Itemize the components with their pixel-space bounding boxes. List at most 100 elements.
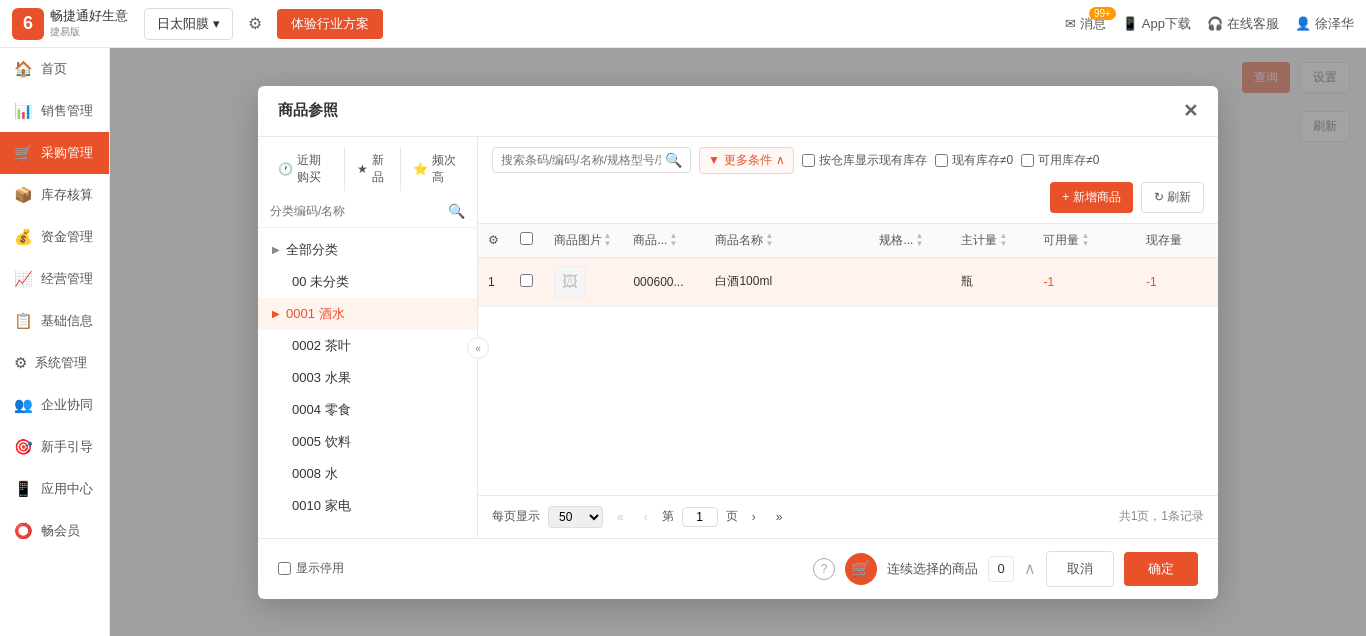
last-page-button[interactable]: » xyxy=(770,508,789,526)
category-search: 🔍 xyxy=(258,199,477,228)
mobile-icon: 📱 xyxy=(1122,16,1138,31)
cat-item-unclassified[interactable]: 00 未分类 xyxy=(258,266,477,298)
basic-icon: 📋 xyxy=(14,312,33,330)
cell-image: 🖼 xyxy=(544,257,624,306)
sidebar-item-enterprise[interactable]: 👥 企业协同 xyxy=(0,384,109,426)
cart-icon[interactable]: 🛒 xyxy=(845,553,877,585)
tab-new-product[interactable]: ★ 新品 xyxy=(347,147,398,191)
checkbox-warehouse-input[interactable] xyxy=(802,154,815,167)
checkbox-available-neq0[interactable]: 可用库存≠0 xyxy=(1021,152,1099,169)
logo-text: 畅捷通好生意 xyxy=(50,8,128,25)
per-page-label: 每页显示 xyxy=(492,508,540,525)
th-code: 商品... ▲▼ xyxy=(623,224,705,258)
sales-icon: 📊 xyxy=(14,102,33,120)
category-tree: ▶ 全部分类 00 未分类 ▶ 0001 酒水 xyxy=(258,228,477,528)
product-search-input[interactable] xyxy=(501,153,661,167)
sidebar-item-basic[interactable]: 📋 基础信息 xyxy=(0,300,109,342)
finance-icon: 💰 xyxy=(14,228,33,246)
tab-frequent[interactable]: ⭐ 频次高 xyxy=(403,147,467,191)
panel-collapse-button[interactable]: « xyxy=(467,337,489,359)
sidebar-label-appcenter: 应用中心 xyxy=(41,480,93,498)
checkbox-warehouse[interactable]: 按仓库显示现有库存 xyxy=(802,152,927,169)
cat-item-snack[interactable]: 0004 零食 xyxy=(258,394,477,426)
confirm-button[interactable]: 确定 xyxy=(1124,552,1198,586)
cat-item-all[interactable]: ▶ 全部分类 xyxy=(258,234,477,266)
filter-label: 更多条件 xyxy=(724,152,772,169)
add-product-button[interactable]: + 新增商品 xyxy=(1050,182,1132,213)
sidebar-item-home[interactable]: 🏠 首页 xyxy=(0,48,109,90)
username-label: 徐泽华 xyxy=(1315,15,1354,33)
checkbox-stock-neq0[interactable]: 现有库存≠0 xyxy=(935,152,1013,169)
sidebar-item-operations[interactable]: 📈 经营管理 xyxy=(0,258,109,300)
first-page-button[interactable]: « xyxy=(611,508,630,526)
cat-item-water[interactable]: 0008 水 xyxy=(258,458,477,490)
show-disabled-checkbox-label[interactable]: 显示停用 xyxy=(278,560,344,577)
cat-item-liquor[interactable]: ▶ 0001 酒水 xyxy=(258,298,477,330)
row-checkbox[interactable] xyxy=(520,274,533,287)
sidebar-item-appcenter[interactable]: 📱 应用中心 xyxy=(0,468,109,510)
inventory-icon: 📦 xyxy=(14,186,33,204)
nav-right: ✉ 消息 99+ 📱 App下载 🎧 在线客服 👤 徐泽华 xyxy=(1065,15,1354,33)
system-icon: ⚙ xyxy=(14,354,27,372)
message-badge: 99+ xyxy=(1089,7,1116,20)
help-icon[interactable]: ? xyxy=(813,558,835,580)
sidebar-item-sales[interactable]: 📊 销售管理 xyxy=(0,90,109,132)
sidebar-item-inventory[interactable]: 📦 库存核算 xyxy=(0,174,109,216)
cat-item-appliance[interactable]: 0010 家电 xyxy=(258,490,477,522)
modal-body: 🕐 近期购买 ★ 新品 ⭐ 频次高 xyxy=(258,137,1218,538)
sidebar-item-system[interactable]: ⚙ 系统管理 xyxy=(0,342,109,384)
sidebar-item-finance[interactable]: 💰 资金管理 xyxy=(0,216,109,258)
gear-icon[interactable]: ⚙ xyxy=(241,10,269,38)
table-row[interactable]: 1 🖼 000600... 白酒100ml xyxy=(478,257,1218,306)
th-index: ⚙ xyxy=(478,224,510,258)
checkbox-available-input[interactable] xyxy=(1021,154,1034,167)
category-search-input[interactable] xyxy=(270,204,448,218)
select-all-checkbox[interactable] xyxy=(520,232,533,245)
guide-icon: 🎯 xyxy=(14,438,33,456)
sidebar-item-purchase[interactable]: 🛒 采购管理 xyxy=(0,132,109,174)
sidebar-label-basic: 基础信息 xyxy=(41,312,93,330)
operations-icon: 📈 xyxy=(14,270,33,288)
cancel-button[interactable]: 取消 xyxy=(1046,551,1114,587)
prev-page-button[interactable]: ‹ xyxy=(638,508,654,526)
footer-collapse-button[interactable]: ∧ xyxy=(1024,559,1036,578)
tab-divider xyxy=(344,147,345,191)
experience-button[interactable]: 体验行业方案 xyxy=(277,9,383,39)
next-page-button[interactable]: › xyxy=(746,508,762,526)
search-icon[interactable]: 🔍 xyxy=(665,152,682,168)
message-button[interactable]: ✉ 消息 99+ xyxy=(1065,15,1106,33)
main-layout: 🏠 首页 📊 销售管理 🛒 采购管理 📦 库存核算 💰 资金管理 📈 经营管理 … xyxy=(0,48,1366,636)
customer-service-button[interactable]: 🎧 在线客服 xyxy=(1207,15,1279,33)
sidebar-item-member[interactable]: ⭕ 畅会员 xyxy=(0,510,109,552)
checkbox-stock-input[interactable] xyxy=(935,154,948,167)
modal-close-button[interactable]: ✕ xyxy=(1183,100,1198,122)
more-filter-button[interactable]: ▼ 更多条件 ∧ xyxy=(699,147,794,174)
th-spec: 规格... ▲▼ xyxy=(869,224,951,258)
star-new-icon: ★ xyxy=(357,162,368,176)
sidebar-label-home: 首页 xyxy=(41,60,67,78)
star-freq-icon: ⭐ xyxy=(413,162,428,176)
toolbar-right: + 新增商品 ↻ 刷新 xyxy=(1050,182,1204,213)
modal-footer: 显示停用 ? 🛒 连续选择的商品 0 ∧ 取消 确定 xyxy=(258,538,1218,599)
sidebar-item-guide[interactable]: 🎯 新手引导 xyxy=(0,426,109,468)
th-name: 商品名称 ▲▼ xyxy=(705,224,869,258)
footer-left: 显示停用 xyxy=(278,560,344,577)
cat-item-tea[interactable]: 0002 茶叶 xyxy=(258,330,477,362)
page-number-input[interactable] xyxy=(682,507,718,527)
cat-item-fruit[interactable]: 0003 水果 xyxy=(258,362,477,394)
cat-item-drink[interactable]: 0005 饮料 xyxy=(258,426,477,458)
th-unit: 主计量 ▲▼ xyxy=(951,224,1033,258)
content-area: 查询 设置 刷新 商品参照 ✕ xyxy=(110,48,1366,636)
tab-recent-purchase[interactable]: 🕐 近期购买 xyxy=(268,147,342,191)
category-search-icon[interactable]: 🔍 xyxy=(448,203,465,219)
footer-right: ? 🛒 连续选择的商品 0 ∧ 取消 确定 xyxy=(813,551,1198,587)
show-disabled-checkbox[interactable] xyxy=(278,562,291,575)
headset-icon: 🎧 xyxy=(1207,16,1223,31)
user-profile-button[interactable]: 👤 徐泽华 xyxy=(1295,15,1354,33)
message-icon: ✉ xyxy=(1065,16,1076,31)
per-page-select[interactable]: 50 10 20 100 xyxy=(548,506,603,528)
refresh-button[interactable]: ↻ 刷新 xyxy=(1141,182,1204,213)
app-download-button[interactable]: 📱 App下载 xyxy=(1122,15,1191,33)
th-image: 商品图片 ▲▼ xyxy=(544,224,624,258)
nav-store-dropdown[interactable]: 日太阳膜 ▾ xyxy=(144,8,233,40)
